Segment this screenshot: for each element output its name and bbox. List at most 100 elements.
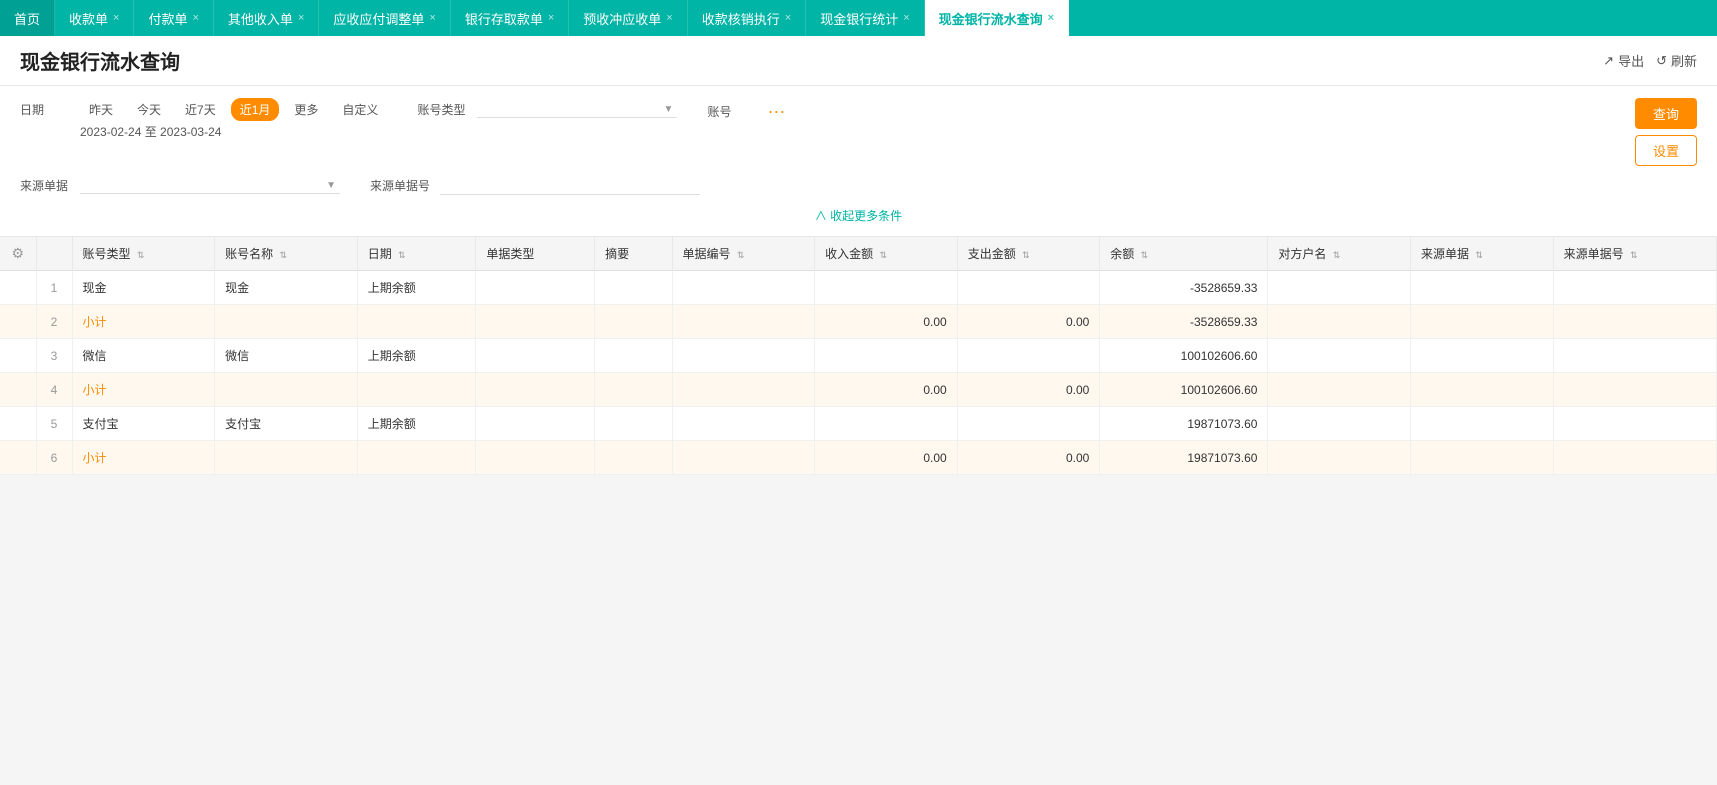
date-btn-custom[interactable]: 自定义: [333, 98, 387, 121]
col-summary: 摘要: [595, 237, 672, 271]
nav-item-ar-ap-adjust[interactable]: 应收应付调整单 ×: [319, 0, 450, 36]
query-button[interactable]: 查询: [1635, 98, 1697, 129]
cell-source-doc-no: [1553, 441, 1716, 475]
nav-item-bank-deposit[interactable]: 银行存取款单 ×: [451, 0, 569, 36]
col-expense[interactable]: 支出金额 ⇅: [957, 237, 1100, 271]
cell-counterparty: [1268, 305, 1411, 339]
cell-date: [357, 441, 476, 475]
date-btn-1month[interactable]: 近1月: [231, 98, 280, 121]
gear-icon[interactable]: ⚙: [11, 245, 24, 261]
col-income[interactable]: 收入金额 ⇅: [815, 237, 958, 271]
cell-expense: [957, 271, 1100, 305]
col-doc-no[interactable]: 单据编号 ⇅: [672, 237, 815, 271]
cell-counterparty: [1268, 373, 1411, 407]
cell-source-doc-no: [1553, 373, 1716, 407]
nav-close-payment[interactable]: ×: [192, 12, 198, 24]
cell-income: 0.00: [815, 441, 958, 475]
col-account-type[interactable]: 账号类型 ⇅: [72, 237, 215, 271]
col-source-doc[interactable]: 来源单据 ⇅: [1411, 237, 1554, 271]
cell-balance: 100102606.60: [1100, 373, 1268, 407]
source-doc-select[interactable]: ▼: [80, 178, 340, 194]
nav-label-receipt: 收款单: [69, 9, 108, 28]
col-balance[interactable]: 余额 ⇅: [1100, 237, 1268, 271]
refresh-icon: ↺: [1656, 53, 1667, 69]
nav-close-cash-bank-stat[interactable]: ×: [903, 12, 909, 24]
cell-account-type: 现金: [72, 271, 215, 305]
col-gear[interactable]: ⚙: [0, 237, 36, 271]
cell-account-name: [215, 441, 358, 475]
nav-label-cash-bank-stat: 现金银行统计: [820, 9, 898, 28]
top-navigation: 首页 收款单 × 付款单 × 其他收入单 × 应收应付调整单 × 银行存取款单 …: [0, 0, 1717, 36]
export-button[interactable]: ↗ 导出: [1603, 51, 1644, 70]
cell-num: 5: [36, 407, 72, 441]
cell-summary: [595, 441, 672, 475]
cell-counterparty: [1268, 271, 1411, 305]
nav-close-verify-exec[interactable]: ×: [785, 12, 791, 24]
nav-label-cash-bank-flow: 现金银行流水查询: [939, 9, 1043, 28]
nav-item-payment[interactable]: 付款单 ×: [134, 0, 213, 36]
date-btn-7days[interactable]: 近7天: [176, 98, 225, 121]
nav-label-prepaid-offset: 预收冲应收单: [583, 9, 661, 28]
cell-source-doc-no: [1553, 407, 1716, 441]
cell-account-name: 微信: [215, 339, 358, 373]
nav-item-receipt[interactable]: 收款单 ×: [55, 0, 134, 36]
nav-close-other-income[interactable]: ×: [298, 12, 304, 24]
cell-num: 2: [36, 305, 72, 339]
nav-item-verify-exec[interactable]: 收款核销执行 ×: [688, 0, 806, 36]
nav-close-cash-bank-flow[interactable]: ×: [1048, 12, 1054, 24]
nav-item-cash-bank-stat[interactable]: 现金银行统计 ×: [806, 0, 924, 36]
sort-icon-account-type: ⇅: [137, 250, 145, 260]
cell-source-doc: [1411, 373, 1554, 407]
table-row: 1现金现金上期余额-3528659.33: [0, 271, 1717, 305]
cell-doc-no: [672, 339, 815, 373]
col-date[interactable]: 日期 ⇅: [357, 237, 476, 271]
cell-date: 上期余额: [357, 407, 476, 441]
cell-income: [815, 271, 958, 305]
cell-expense: 0.00: [957, 305, 1100, 339]
cell-balance: 19871073.60: [1100, 407, 1268, 441]
cell-balance: -3528659.33: [1100, 271, 1268, 305]
cell-gear: [0, 305, 36, 339]
col-account-name[interactable]: 账号名称 ⇅: [215, 237, 358, 271]
settings-button[interactable]: 设置: [1635, 135, 1697, 166]
cell-doc-type: [476, 441, 595, 475]
cell-summary: [595, 339, 672, 373]
date-btn-yesterday[interactable]: 昨天: [80, 98, 122, 121]
cell-doc-no: [672, 373, 815, 407]
table-row: 5支付宝支付宝上期余额19871073.60: [0, 407, 1717, 441]
cell-balance: 19871073.60: [1100, 441, 1268, 475]
cell-doc-no: [672, 441, 815, 475]
source-doc-no-input[interactable]: [440, 176, 700, 195]
cell-account-name: [215, 305, 358, 339]
page-header: 现金银行流水查询 ↗ 导出 ↺ 刷新: [0, 36, 1717, 86]
nav-item-prepaid-offset[interactable]: 预收冲应收单 ×: [569, 0, 687, 36]
cell-account-type: 微信: [72, 339, 215, 373]
refresh-button[interactable]: ↺ 刷新: [1656, 51, 1697, 70]
cell-gear: [0, 407, 36, 441]
collapse-label: 收起更多条件: [830, 209, 902, 223]
cell-doc-type: [476, 271, 595, 305]
col-counterparty[interactable]: 对方户名 ⇅: [1268, 237, 1411, 271]
sort-icon-date: ⇅: [398, 250, 406, 260]
account-dots-button[interactable]: ···: [767, 101, 785, 122]
cell-date: 上期余额: [357, 339, 476, 373]
cell-num: 1: [36, 271, 72, 305]
nav-item-cash-bank-flow[interactable]: 现金银行流水查询 ×: [925, 0, 1069, 36]
date-btn-more[interactable]: 更多: [285, 98, 327, 121]
nav-close-bank-deposit[interactable]: ×: [548, 12, 554, 24]
nav-close-ar-ap-adjust[interactable]: ×: [429, 12, 435, 24]
account-type-select[interactable]: ▼: [477, 102, 677, 118]
nav-close-receipt[interactable]: ×: [113, 12, 119, 24]
cell-num: 3: [36, 339, 72, 373]
cell-gear: [0, 373, 36, 407]
nav-item-home[interactable]: 首页: [0, 0, 55, 36]
collapse-filters-button[interactable]: ∧ 收起更多条件: [20, 203, 1697, 228]
date-btn-today[interactable]: 今天: [128, 98, 170, 121]
col-source-doc-no[interactable]: 来源单据号 ⇅: [1553, 237, 1716, 271]
nav-item-other-income[interactable]: 其他收入单 ×: [214, 0, 319, 36]
cell-doc-no: [672, 407, 815, 441]
sort-icon-balance: ⇅: [1141, 250, 1149, 260]
nav-close-prepaid-offset[interactable]: ×: [666, 12, 672, 24]
page-title: 现金银行流水查询: [20, 46, 180, 75]
cell-doc-type: [476, 305, 595, 339]
